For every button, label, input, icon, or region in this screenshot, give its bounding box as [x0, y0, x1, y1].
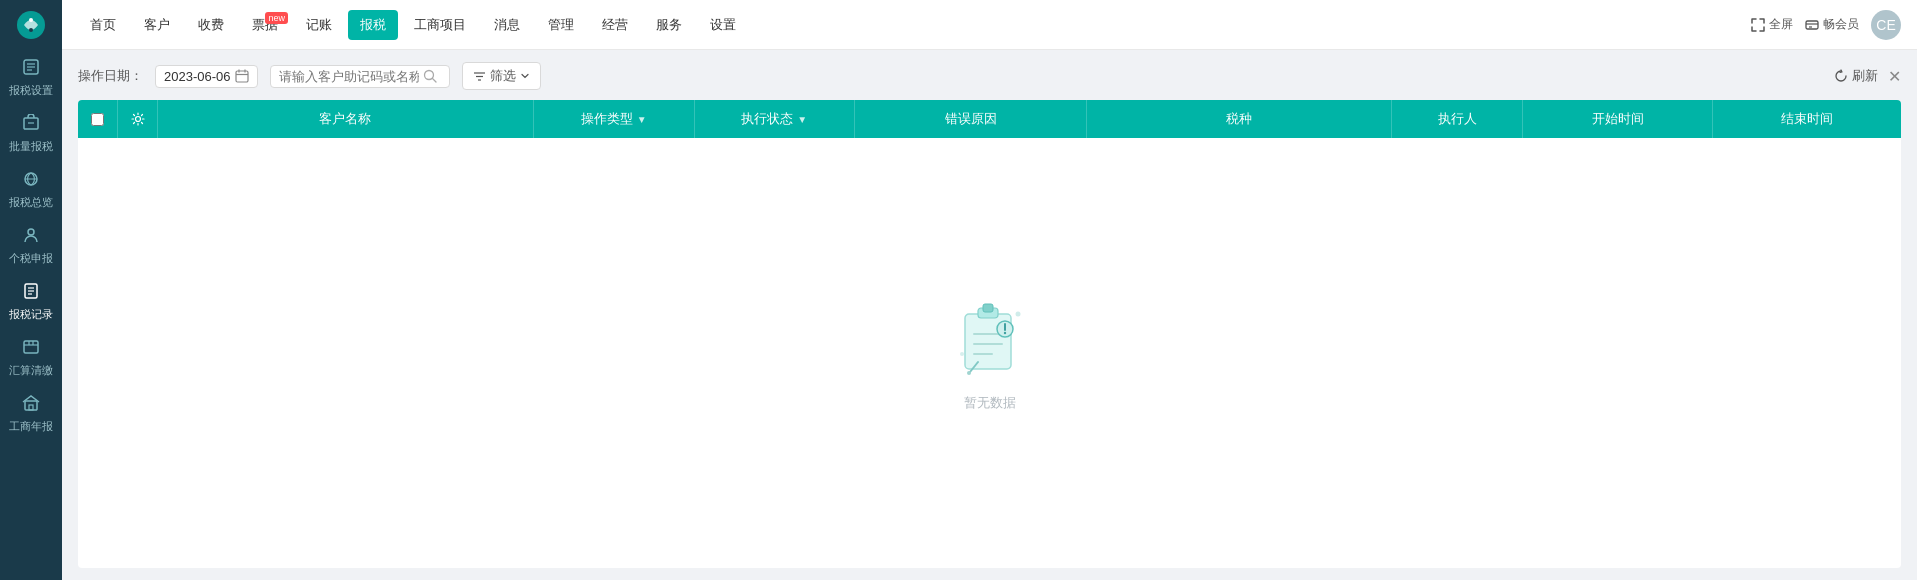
table-container: 客户名称 操作类型 ▼ 执行状态 ▼ 错误原因 税种 执行人 [78, 100, 1901, 568]
nav-item-shezhi[interactable]: 设置 [698, 10, 748, 40]
sidebar-item-label: 工商年报 [9, 419, 53, 434]
main-area: 首页 客户 收费 票据 new 记账 报税 工商项目 消息 管理 经营 服务 设… [62, 0, 1917, 580]
svg-rect-15 [24, 341, 38, 353]
empty-illustration [950, 294, 1030, 384]
member-button[interactable]: 畅会员 [1805, 16, 1859, 33]
baoshuishezhi-icon [22, 58, 40, 80]
search-input[interactable] [279, 69, 419, 84]
svg-point-33 [135, 117, 140, 122]
svg-rect-36 [983, 304, 993, 312]
th-error-reason: 错误原因 [855, 100, 1087, 138]
nav-item-xiaoxi[interactable]: 消息 [482, 10, 532, 40]
date-value: 2023-06-06 [164, 69, 231, 84]
filter-label: 筛选 [490, 67, 516, 85]
baoshuijilu-icon [22, 282, 40, 304]
empty-state: 暂无数据 [950, 294, 1030, 412]
baoshuizonglan-icon [22, 170, 40, 192]
date-label: 操作日期： [78, 67, 143, 85]
nav-item-gongshangxiangmu[interactable]: 工商项目 [402, 10, 478, 40]
fullscreen-button[interactable]: 全屏 [1751, 16, 1793, 33]
nav-item-jizhang[interactable]: 记账 [294, 10, 344, 40]
new-badge: new [265, 12, 288, 25]
content-area: 操作日期： 2023-06-06 [62, 50, 1917, 580]
sidebar-item-label: 汇算清缴 [9, 363, 53, 378]
member-label: 畅会员 [1823, 16, 1859, 33]
refresh-button[interactable]: 刷新 [1834, 67, 1878, 85]
sidebar-item-label: 报税记录 [9, 307, 53, 322]
sidebar-item-geshuishenbao[interactable]: 个税申报 [0, 218, 62, 274]
toolbar: 操作日期： 2023-06-06 [78, 62, 1901, 90]
sidebar-item-baoshuizonglan[interactable]: 报税总览 [0, 162, 62, 218]
th-taxtype: 税种 [1087, 100, 1391, 138]
nav-item-piaoju[interactable]: 票据 new [240, 10, 290, 40]
refresh-icon [1834, 69, 1848, 83]
svg-line-29 [432, 79, 436, 83]
sidebar-item-gongshangnianbaao[interactable]: 工商年报 [0, 386, 62, 442]
sidebar-item-baoshuishezhi[interactable]: 报税设置 [0, 50, 62, 106]
member-icon [1805, 18, 1819, 32]
nav-item-shoufei[interactable]: 收费 [186, 10, 236, 40]
huisuanqingmiao-icon [22, 338, 40, 360]
calendar-icon [235, 69, 249, 83]
empty-text: 暂无数据 [964, 394, 1016, 412]
sidebar-item-huisuanqingmiao[interactable]: 汇算清缴 [0, 330, 62, 386]
svg-rect-24 [236, 71, 248, 82]
sort-icon-status: ▼ [797, 114, 807, 125]
filter-icon [473, 70, 486, 83]
svg-point-2 [29, 28, 33, 32]
geshuishenbao-icon [22, 226, 40, 248]
svg-point-46 [967, 371, 971, 375]
svg-point-44 [960, 352, 964, 356]
top-nav: 首页 客户 收费 票据 new 记账 报税 工商项目 消息 管理 经营 服务 设… [62, 0, 1917, 50]
sidebar-item-label: 个税申报 [9, 251, 53, 266]
nav-item-jingying[interactable]: 经营 [590, 10, 640, 40]
svg-point-10 [28, 229, 34, 235]
close-button[interactable]: ✕ [1888, 67, 1901, 86]
avatar[interactable]: CE [1871, 10, 1901, 40]
sidebar-item-label: 报税总览 [9, 195, 53, 210]
nav-item-client[interactable]: 客户 [132, 10, 182, 40]
sidebar-logo [0, 0, 62, 50]
refresh-label: 刷新 [1852, 67, 1878, 85]
th-client-name: 客户名称 [158, 100, 534, 138]
table-body: 暂无数据 [78, 138, 1901, 568]
svg-point-1 [29, 18, 33, 22]
sidebar-item-label: 批量报税 [9, 139, 53, 154]
toolbar-right: 刷新 ✕ [1834, 67, 1901, 86]
sidebar-item-label: 报税设置 [9, 83, 53, 98]
nav-item-fuwu[interactable]: 服务 [644, 10, 694, 40]
nav-item-home[interactable]: 首页 [78, 10, 128, 40]
sidebar-item-baoshuijilu[interactable]: 报税记录 [0, 274, 62, 330]
filter-button[interactable]: 筛选 [462, 62, 541, 90]
nav-item-guanli[interactable]: 管理 [536, 10, 586, 40]
gear-icon [131, 112, 145, 126]
th-exec-status[interactable]: 执行状态 ▼ [695, 100, 856, 138]
search-bar[interactable] [270, 65, 450, 88]
svg-point-42 [1003, 332, 1005, 334]
sort-icon-optype: ▼ [637, 114, 647, 125]
svg-point-43 [1015, 312, 1020, 317]
select-all-checkbox[interactable] [91, 113, 104, 126]
nav-items: 首页 客户 收费 票据 new 记账 报税 工商项目 消息 管理 经营 服务 设… [78, 10, 1751, 40]
nav-item-baoshui[interactable]: 报税 [348, 10, 398, 40]
chevron-down-icon [520, 71, 530, 81]
th-checkbox[interactable] [78, 100, 118, 138]
sidebar: 报税设置 批量报税 报税总览 个税申报 [0, 0, 62, 580]
date-picker[interactable]: 2023-06-06 [155, 65, 258, 88]
th-op-type[interactable]: 操作类型 ▼ [534, 100, 695, 138]
th-executor: 执行人 [1392, 100, 1524, 138]
sidebar-item-piliangbaoshui[interactable]: 批量报税 [0, 106, 62, 162]
th-start-time: 开始时间 [1523, 100, 1712, 138]
fullscreen-label: 全屏 [1769, 16, 1793, 33]
topnav-right: 全屏 畅会员 CE [1751, 10, 1901, 40]
search-icon [423, 69, 437, 83]
gongshangnianbaao-icon [22, 394, 40, 416]
piliangbaoshui-icon [22, 114, 40, 136]
fullscreen-icon [1751, 18, 1765, 32]
th-gear[interactable] [118, 100, 158, 138]
th-end-time: 结束时间 [1713, 100, 1901, 138]
svg-rect-21 [1806, 21, 1818, 29]
table-header: 客户名称 操作类型 ▼ 执行状态 ▼ 错误原因 税种 执行人 [78, 100, 1901, 138]
